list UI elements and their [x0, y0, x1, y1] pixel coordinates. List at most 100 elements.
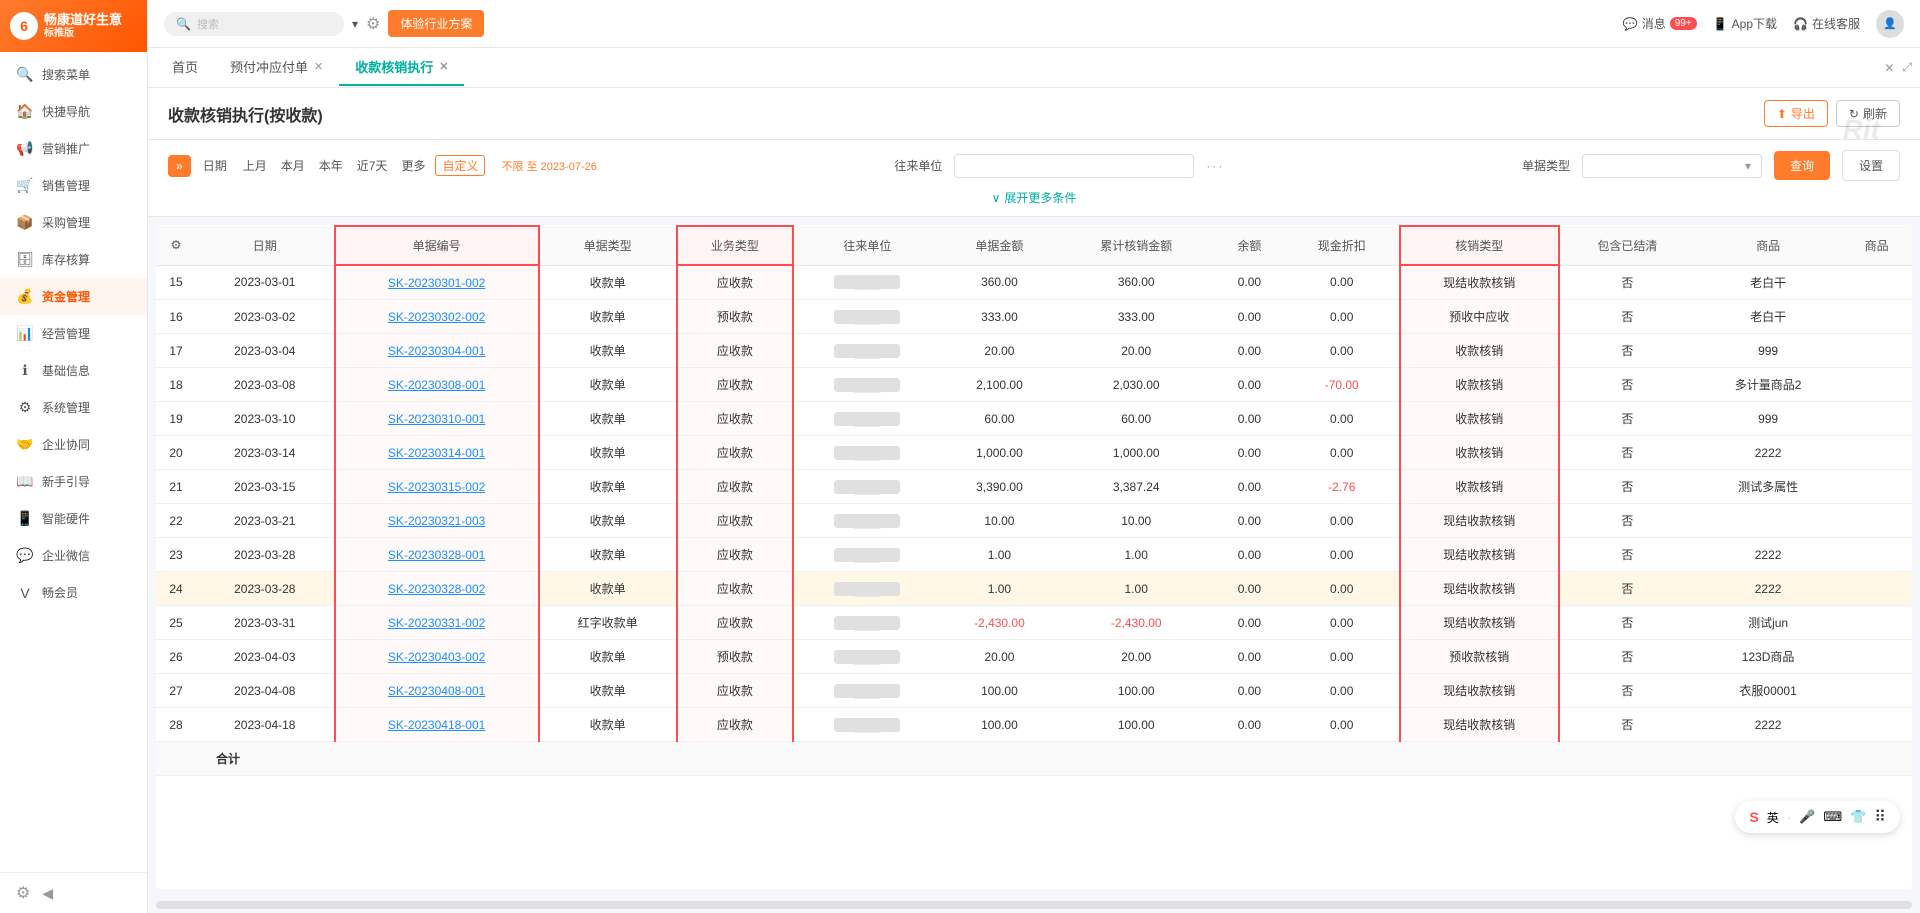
- tabbar-expand-icon[interactable]: ⤢: [1902, 60, 1912, 75]
- message-icon[interactable]: 💬 消息 99+: [1623, 15, 1697, 32]
- table-row[interactable]: 17 2023-03-04 SK-20230304-001 收款单 应收款 ▓▓…: [156, 334, 1912, 368]
- sidebar-item-sales[interactable]: 🛒销售管理: [0, 167, 147, 204]
- bill-type-select[interactable]: ▾: [1582, 154, 1762, 178]
- sidebar-item-search[interactable]: 🔍搜索菜单: [0, 56, 147, 93]
- date-last-month[interactable]: 上月: [239, 155, 271, 176]
- topbar-dropdown[interactable]: ▾: [352, 17, 358, 31]
- tab-close-prepay[interactable]: ✕: [314, 60, 323, 73]
- online-service[interactable]: 🎧 在线客服: [1793, 15, 1860, 32]
- table-row[interactable]: 21 2023-03-15 SK-20230315-002 收款单 应收款 ▓▓…: [156, 470, 1912, 504]
- headset-icon: 🎧: [1793, 17, 1808, 31]
- bill-no-link[interactable]: SK-20230418-001: [388, 718, 485, 732]
- cell-seq: 22: [156, 504, 196, 538]
- bill-no-link[interactable]: SK-20230328-002: [388, 582, 485, 596]
- message-label: 消息: [1642, 15, 1666, 32]
- horizontal-scrollbar[interactable]: [156, 901, 1912, 909]
- cell-bill-type: 收款单: [539, 504, 677, 538]
- cell-biz-type: 应收款: [677, 470, 794, 504]
- sidebar-item-basic-info[interactable]: ℹ基础信息: [0, 352, 147, 389]
- cell-amount: 333.00: [940, 300, 1058, 334]
- sidebar-item-operations[interactable]: 📊经营管理: [0, 315, 147, 352]
- table-row[interactable]: 16 2023-03-02 SK-20230302-002 收款单 预收款 ▓▓…: [156, 300, 1912, 334]
- sidebar-item-marketing[interactable]: 📢营销推广: [0, 130, 147, 167]
- sidebar-item-member[interactable]: V畅会员: [0, 574, 147, 611]
- user-avatar[interactable]: 👤: [1876, 10, 1904, 38]
- settings-button[interactable]: 设置: [1842, 150, 1900, 181]
- table-row[interactable]: 18 2023-03-08 SK-20230308-001 收款单 应收款 ▓▓…: [156, 368, 1912, 402]
- tab-prepay-bill[interactable]: 预付冲应付单 ✕: [214, 49, 339, 86]
- bill-no-link[interactable]: SK-20230301-002: [388, 276, 485, 290]
- filter-toggle-button[interactable]: »: [168, 155, 191, 177]
- ime-emoji-icon[interactable]: 👕: [1850, 809, 1866, 825]
- settings-footer-icon[interactable]: ⚙: [16, 883, 30, 903]
- date-last-7days[interactable]: 近7天: [353, 155, 392, 176]
- ime-more-icon[interactable]: ⠿: [1874, 807, 1886, 827]
- partner-filter-input[interactable]: [954, 154, 1194, 178]
- bill-no-link[interactable]: SK-20230331-002: [388, 616, 485, 630]
- filter-expand-row[interactable]: ∨ 展开更多条件: [168, 189, 1900, 206]
- bill-no-link[interactable]: SK-20230403-002: [388, 650, 485, 664]
- table-row[interactable]: 28 2023-04-18 SK-20230418-001 收款单 应收款 ▓▓…: [156, 708, 1912, 742]
- bill-no-link[interactable]: SK-20230328-001: [388, 548, 485, 562]
- col-settings[interactable]: ⚙: [156, 226, 196, 265]
- page-title: 收款核销执行(按收款): [168, 102, 323, 126]
- table-row[interactable]: 23 2023-03-28 SK-20230328-001 收款单 应收款 ▓▓…: [156, 538, 1912, 572]
- sidebar-item-inventory[interactable]: 🗄库存核算: [0, 241, 147, 278]
- cell-product1: 多计量商品2: [1695, 368, 1841, 402]
- ime-mic-icon[interactable]: 🎤: [1799, 809, 1815, 825]
- cell-verify-amount: 1.00: [1058, 538, 1214, 572]
- sidebar-item-sys-mgmt[interactable]: ⚙系统管理: [0, 389, 147, 426]
- tab-close-receipt[interactable]: ✕: [439, 60, 448, 73]
- table-row[interactable]: 25 2023-03-31 SK-20230331-002 红字收款单 应收款 …: [156, 606, 1912, 640]
- table-row[interactable]: 22 2023-03-21 SK-20230321-003 收款单 应收款 ▓▓…: [156, 504, 1912, 538]
- refresh-button[interactable]: ↻ 刷新: [1836, 100, 1900, 127]
- table-row[interactable]: 20 2023-03-14 SK-20230314-001 收款单 应收款 ▓▓…: [156, 436, 1912, 470]
- bill-no-link[interactable]: SK-20230310-001: [388, 412, 485, 426]
- app-download[interactable]: 📱 App下载: [1713, 15, 1777, 32]
- bill-no-link[interactable]: SK-20230314-001: [388, 446, 485, 460]
- bill-no-link[interactable]: SK-20230308-001: [388, 378, 485, 392]
- sidebar-item-corp-wx[interactable]: 💬企业微信: [0, 537, 147, 574]
- export-button[interactable]: ⬆ 导出: [1764, 100, 1828, 127]
- date-this-year[interactable]: 本年: [315, 155, 347, 176]
- sidebar-item-smart-hw[interactable]: 📱智能硬件: [0, 500, 147, 537]
- tabbar-close-icon[interactable]: ✕: [1884, 61, 1894, 75]
- table-row[interactable]: 24 2023-03-28 SK-20230328-002 收款单 应收款 ▓▓…: [156, 572, 1912, 606]
- bill-no-link[interactable]: SK-20230304-001: [388, 344, 485, 358]
- date-more[interactable]: 更多: [397, 155, 429, 176]
- table-row[interactable]: 26 2023-04-03 SK-20230403-002 收款单 预收款 ▓▓…: [156, 640, 1912, 674]
- date-this-month[interactable]: 本月: [277, 155, 309, 176]
- solution-button[interactable]: 体验行业方案: [388, 10, 484, 37]
- cell-amount: 100.00: [940, 708, 1058, 742]
- bill-no-link[interactable]: SK-20230315-002: [388, 480, 485, 494]
- topbar-gear-icon[interactable]: ⚙: [366, 14, 380, 34]
- sidebar-item-corp-coop[interactable]: 🤝企业协同: [0, 426, 147, 463]
- sidebar-item-guide[interactable]: 📖新手引导: [0, 463, 147, 500]
- table-row[interactable]: 15 2023-03-01 SK-20230301-002 收款单 应收款 ▓▓…: [156, 265, 1912, 300]
- ime-keyboard-icon[interactable]: ⌨: [1823, 809, 1842, 825]
- filter-dots: ···: [1206, 159, 1224, 173]
- bill-no-link[interactable]: SK-20230408-001: [388, 684, 485, 698]
- main-table: ⚙ 日期 单据编号 单据类型 业务类型 往来单位 单据金额 累计核销金额 余额 …: [156, 225, 1912, 776]
- topbar-search[interactable]: 🔍 搜索: [164, 12, 344, 36]
- cell-verify-amount: 20.00: [1058, 640, 1214, 674]
- sidebar-item-purchase[interactable]: 📦采购管理: [0, 204, 147, 241]
- ime-lang-toggle[interactable]: 英: [1767, 809, 1779, 826]
- sidebar-item-finance[interactable]: 💰资金管理: [0, 278, 147, 315]
- tab-receipt-verify[interactable]: 收款核销执行 ✕: [339, 49, 464, 86]
- cell-product1: 老白干: [1695, 265, 1841, 300]
- tab-home[interactable]: 首页: [156, 49, 214, 86]
- query-button[interactable]: 查询: [1774, 151, 1830, 180]
- sidebar-item-label-finance: 资金管理: [42, 288, 90, 305]
- cell-biz-type: 应收款: [677, 606, 794, 640]
- cell-bill-no: SK-20230310-001: [335, 402, 539, 436]
- table-row[interactable]: 27 2023-04-08 SK-20230408-001 收款单 应收款 ▓▓…: [156, 674, 1912, 708]
- cell-partner: ▓▓▓: [793, 538, 940, 572]
- bill-no-link[interactable]: SK-20230302-002: [388, 310, 485, 324]
- bill-no-link[interactable]: SK-20230321-003: [388, 514, 485, 528]
- sidebar-item-quick-nav[interactable]: 🏠快捷导航: [0, 93, 147, 130]
- date-custom[interactable]: 自定义: [435, 155, 485, 176]
- table-row[interactable]: 19 2023-03-10 SK-20230310-001 收款单 应收款 ▓▓…: [156, 402, 1912, 436]
- collapse-icon[interactable]: ◀: [42, 885, 53, 902]
- topbar: 🔍 搜索 ▾ ⚙ 体验行业方案 💬 消息 99+ 📱 App下载 🎧 在线客服: [148, 0, 1920, 48]
